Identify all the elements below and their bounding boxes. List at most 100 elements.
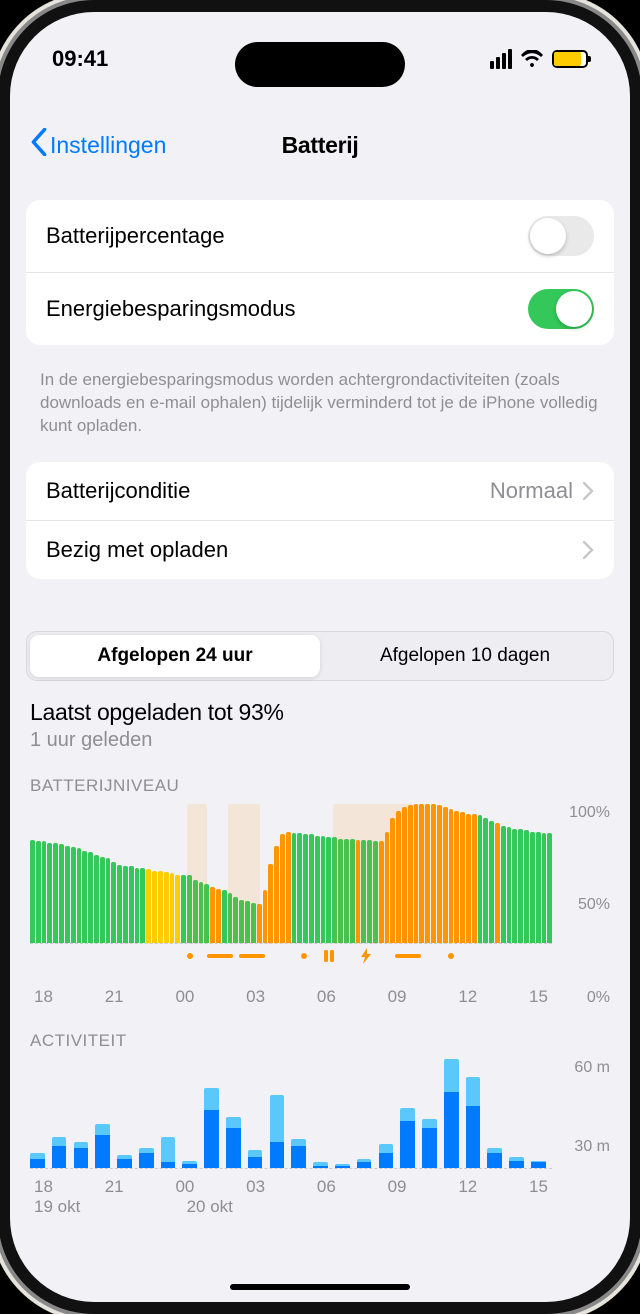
chart-heading: BATTERIJNIVEAU [30,776,610,796]
dynamic-island [235,42,405,87]
battery-percentage-toggle[interactable] [528,216,594,256]
activity-bar [182,1161,197,1168]
activity-bar [335,1164,350,1168]
battery-health-row[interactable]: Batterijconditie Normaal [26,462,614,520]
level-bar [466,814,471,943]
cellular-icon [490,49,512,69]
level-bar [111,862,116,943]
level-bar [164,872,169,943]
level-bar [286,832,291,943]
charge-marker-dot [301,947,307,965]
level-bar [315,836,320,943]
segment-10d[interactable]: Afgelopen 10 dagen [320,635,610,677]
level-bar [30,840,35,943]
activity-bar [466,1077,481,1168]
level-bar [495,823,500,943]
charge-marker-dot [187,947,193,965]
row-label: Energiebesparingsmodus [46,296,296,322]
home-indicator[interactable] [230,1284,410,1290]
content-scroll[interactable]: Batterijpercentage Energiebesparingsmodu… [10,184,630,1302]
level-bar [77,848,82,943]
segment-24h[interactable]: Afgelopen 24 uur [30,635,320,677]
activity-bar [487,1148,502,1168]
last-charge-summary: Laatst opgeladen tot 93% 1 uur geleden [30,699,610,752]
low-power-footer: In de energiebesparingsmodus worden acht… [10,361,630,446]
wifi-icon [520,50,544,68]
activity-bar [139,1148,154,1168]
activity-bar [248,1150,263,1168]
status-time: 09:41 [52,46,108,72]
charge-marker-dash [207,947,233,965]
date-label-1: 19 okt [34,1197,80,1217]
activity-bar [400,1108,415,1168]
phone-frame: 09:41 Instellingen Batterij Batterijperc… [10,12,630,1302]
activity-bar [313,1162,328,1167]
charge-marker-dash [239,947,265,965]
activity-bar [509,1157,524,1168]
level-bar [512,829,517,943]
level-bar [501,826,506,943]
charge-marker-pause [322,947,336,965]
level-bar [100,857,105,943]
health-group: Batterijconditie Normaal Bezig met oplad… [26,462,614,579]
date-label-2: 20 okt [187,1197,233,1217]
activity-bar [74,1142,89,1167]
level-bar [175,875,180,943]
page-title: Batterij [282,132,359,159]
level-bar [158,871,163,943]
level-bar [88,852,93,942]
level-bar [59,844,64,943]
back-button[interactable]: Instellingen [30,128,166,162]
activity-bar [291,1139,306,1168]
row-value: Normaal [490,478,573,504]
level-bar [140,868,145,943]
x-axis: 1821000306091215 [30,1177,552,1197]
activity-bar [226,1117,241,1168]
activity-bar [204,1088,219,1168]
activity-bar [531,1161,546,1168]
activity-bar [30,1153,45,1168]
level-bar [489,821,494,943]
level-bar [222,890,227,943]
level-bar [36,841,41,942]
battery-percentage-row[interactable]: Batterijpercentage [26,200,614,272]
activity-bar [444,1059,459,1168]
charging-row[interactable]: Bezig met opladen [26,520,614,579]
level-bar [483,818,488,943]
level-bar [449,809,454,942]
level-bar [106,858,111,943]
level-bar [309,834,314,942]
level-bar [280,834,285,942]
time-range-segmented[interactable]: Afgelopen 24 uur Afgelopen 10 dagen [26,631,614,681]
level-bar [443,807,448,943]
chevron-right-icon [583,482,594,500]
row-label: Bezig met opladen [46,537,228,563]
nav-bar: Instellingen Batterij [10,117,630,173]
level-bar [518,829,523,943]
y-axis: 60 m30 m [552,1059,610,1217]
level-bars [30,804,552,944]
row-label: Batterijpercentage [46,223,225,249]
level-bar [547,833,552,943]
level-bar [82,851,87,943]
low-power-mode-row[interactable]: Energiebesparingsmodus [26,272,614,345]
activity-bars [30,1059,552,1169]
activity-bar [422,1119,437,1168]
level-bar [117,865,122,943]
level-bar [71,847,76,943]
activity-bar [95,1124,110,1168]
level-bar [210,887,215,943]
activity-bar [52,1137,67,1168]
level-bar [274,846,279,943]
level-bar [437,805,442,943]
low-power-mode-toggle[interactable] [528,289,594,329]
level-bar [303,834,308,942]
activity-bar [161,1137,176,1168]
x-axis: 1821000306091215 [30,987,552,1007]
level-bar [42,841,47,942]
level-bar [94,855,99,943]
level-bar [507,827,512,942]
level-bar [530,832,535,943]
level-bar [326,837,331,943]
level-bar [268,864,273,943]
